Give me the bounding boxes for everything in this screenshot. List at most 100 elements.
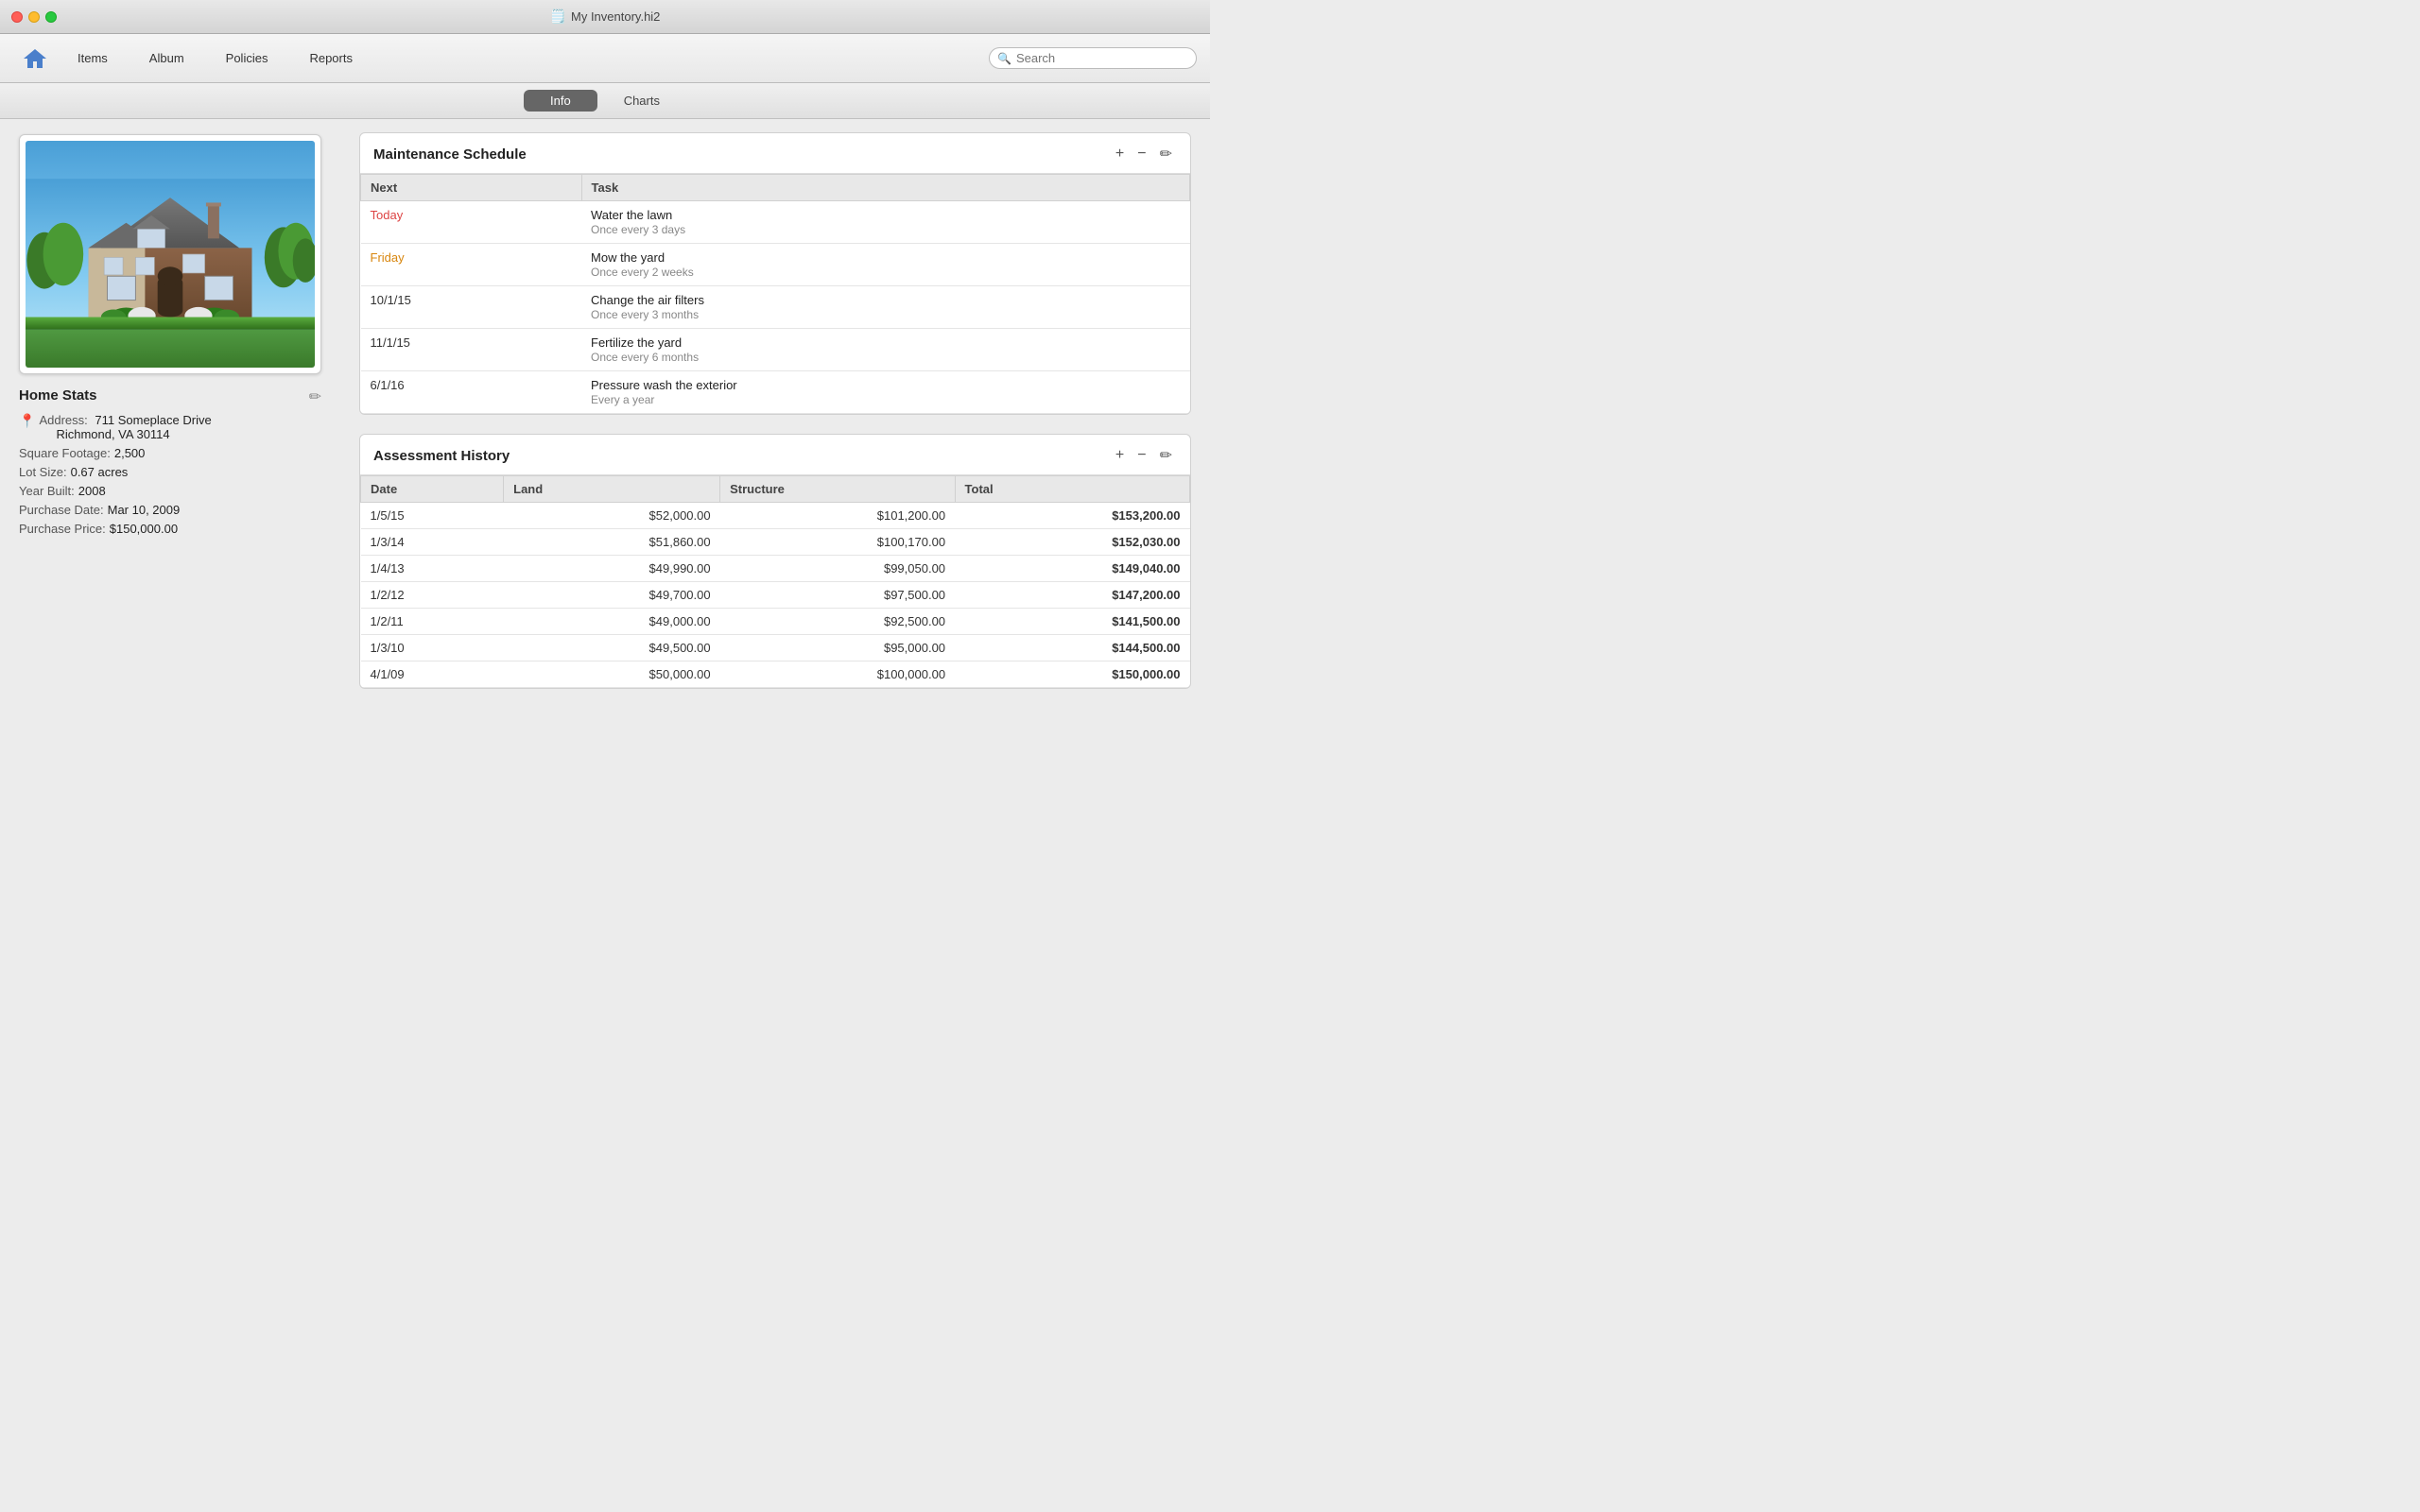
location-pin-icon: 📍 [19,413,35,429]
col-date: Date [361,476,504,503]
traffic-lights [0,11,57,23]
nav-home[interactable] [13,44,57,73]
cell-land-0: $52,000.00 [504,503,720,529]
address-label: Address: [39,413,87,427]
cell-structure-5: $95,000.00 [720,635,955,662]
home-stats-title: Home Stats [19,387,212,404]
maintenance-row: Friday Mow the yard Once every 2 weeks [361,244,1190,286]
assessment-actions: + − ✏ [1111,444,1177,467]
cell-date-3: 1/2/12 [361,582,504,609]
assessment-row: 1/3/14 $51,860.00 $100,170.00 $152,030.0… [361,529,1190,556]
main-content: Home Stats 📍 Address: 711 Someplace Driv… [0,119,1210,756]
assessment-table: Date Land Structure Total 1/5/15 $52,000… [360,475,1190,688]
maintenance-header-row: Next Task [361,175,1190,201]
cell-land-4: $49,000.00 [504,609,720,635]
maintenance-row: 11/1/15 Fertilize the yard Once every 6 … [361,329,1190,371]
cell-task-3: Fertilize the yard Once every 6 months [581,329,1189,371]
home-icon [23,48,47,69]
titlebar: 🗒️ My Inventory.hi2 [0,0,1210,34]
assessment-header: Assessment History + − ✏ [360,435,1190,475]
lot-size-value: 0.67 acres [71,465,129,479]
cell-total-5: $144,500.00 [955,635,1189,662]
cell-land-3: $49,700.00 [504,582,720,609]
app-icon: 🗒️ [550,9,566,25]
nav-reports[interactable]: Reports [288,47,373,69]
purchase-date-label: Purchase Date: [19,503,104,517]
address-line1: 711 Someplace Drive [95,413,211,427]
col-task: Task [581,175,1189,201]
cell-structure-3: $97,500.00 [720,582,955,609]
maintenance-section: Maintenance Schedule + − ✏ Next Task [359,132,1191,415]
search-input[interactable] [1016,51,1186,65]
cell-task-2: Change the air filters Once every 3 mont… [581,286,1189,329]
lot-size-row: Lot Size: 0.67 acres [19,465,212,479]
address-row: 📍 Address: 711 Someplace Drive Richmond,… [19,413,212,441]
cell-date-1: 1/3/14 [361,529,504,556]
purchase-date-row: Purchase Date: Mar 10, 2009 [19,503,212,517]
square-footage-label: Square Footage: [19,446,111,460]
house-photo [26,141,315,368]
assessment-edit-button[interactable]: ✏ [1155,444,1177,467]
cell-total-6: $150,000.00 [955,662,1189,688]
assessment-table-wrapper: Date Land Structure Total 1/5/15 $52,000… [360,475,1190,688]
col-land: Land [504,476,720,503]
assessment-add-button[interactable]: + [1111,445,1129,466]
assessment-row: 4/1/09 $50,000.00 $100,000.00 $150,000.0… [361,662,1190,688]
nav-policies[interactable]: Policies [205,47,289,69]
house-illustration [26,141,315,368]
tab-charts[interactable]: Charts [597,90,686,112]
cell-structure-6: $100,000.00 [720,662,955,688]
square-footage-value: 2,500 [114,446,146,460]
maintenance-remove-button[interactable]: − [1132,144,1150,164]
cell-task-1: Mow the yard Once every 2 weeks [581,244,1189,286]
nav-items[interactable]: Items [57,47,129,69]
search-box: 🔍 [989,47,1197,69]
close-button[interactable] [11,11,23,23]
left-panel: Home Stats 📍 Address: 711 Someplace Driv… [0,119,340,756]
maintenance-title: Maintenance Schedule [373,146,1111,163]
maintenance-edit-button[interactable]: ✏ [1155,143,1177,165]
cell-next-2: 10/1/15 [361,286,582,329]
square-footage-row: Square Footage: 2,500 [19,446,212,460]
cell-task-0: Water the lawn Once every 3 days [581,201,1189,244]
purchase-price-value: $150,000.00 [110,522,178,536]
assessment-row: 1/3/10 $49,500.00 $95,000.00 $144,500.00 [361,635,1190,662]
lot-size-label: Lot Size: [19,465,67,479]
assessment-row: 1/2/11 $49,000.00 $92,500.00 $141,500.00 [361,609,1190,635]
cell-date-0: 1/5/15 [361,503,504,529]
tab-info[interactable]: Info [524,90,597,112]
cell-land-6: $50,000.00 [504,662,720,688]
cell-land-1: $51,860.00 [504,529,720,556]
maintenance-row: 10/1/15 Change the air filters Once ever… [361,286,1190,329]
purchase-price-row: Purchase Price: $150,000.00 [19,522,212,536]
purchase-date-value: Mar 10, 2009 [108,503,181,517]
cell-structure-0: $101,200.00 [720,503,955,529]
cell-date-4: 1/2/11 [361,609,504,635]
maintenance-add-button[interactable]: + [1111,144,1129,164]
cell-next-0: Today [361,201,582,244]
assessment-row: 1/2/12 $49,700.00 $97,500.00 $147,200.00 [361,582,1190,609]
maximize-button[interactable] [45,11,57,23]
cell-total-0: $153,200.00 [955,503,1189,529]
photo-container [19,134,321,374]
year-built-value: 2008 [78,484,106,498]
right-panel: Maintenance Schedule + − ✏ Next Task [340,119,1210,756]
home-stats-edit-button[interactable]: ✏ [309,387,321,406]
toolbar: Items Album Policies Reports 🔍 [0,34,1210,83]
segmented-bar: Info Charts [0,83,1210,119]
cell-land-2: $49,990.00 [504,556,720,582]
cell-structure-1: $100,170.00 [720,529,955,556]
cell-next-4: 6/1/16 [361,371,582,414]
nav-album[interactable]: Album [129,47,205,69]
cell-date-6: 4/1/09 [361,662,504,688]
assessment-remove-button[interactable]: − [1132,445,1150,466]
cell-next-1: Friday [361,244,582,286]
assessment-row: 1/4/13 $49,990.00 $99,050.00 $149,040.00 [361,556,1190,582]
minimize-button[interactable] [28,11,40,23]
maintenance-table: Next Task Today Water the lawn Once ever… [360,174,1190,414]
home-stats-section: Home Stats 📍 Address: 711 Someplace Driv… [19,387,321,541]
cell-next-3: 11/1/15 [361,329,582,371]
address-line2: Richmond, VA 30114 [39,427,211,441]
cell-total-2: $149,040.00 [955,556,1189,582]
assessment-row: 1/5/15 $52,000.00 $101,200.00 $153,200.0… [361,503,1190,529]
